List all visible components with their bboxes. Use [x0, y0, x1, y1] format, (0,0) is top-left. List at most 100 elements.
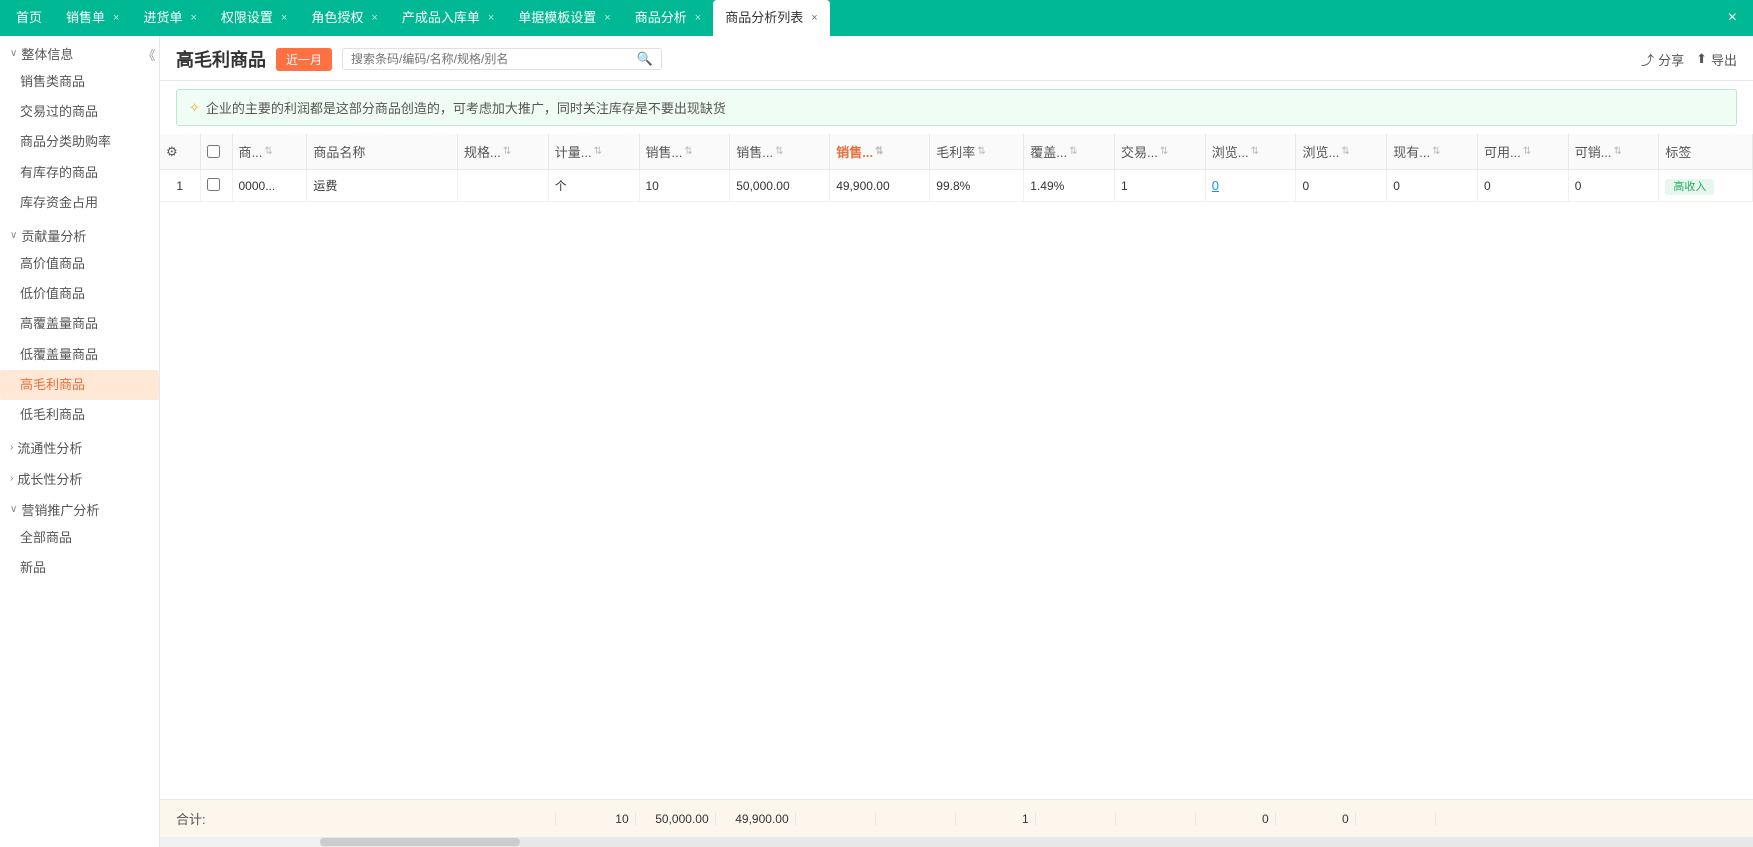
- sidebar-item-low-coverage[interactable]: 低覆盖量商品: [0, 340, 159, 370]
- row-checkbox[interactable]: [200, 170, 232, 202]
- col-saleable-stock[interactable]: 可销...⇅: [1568, 134, 1659, 170]
- main-layout: 《 ∨ 整体信息 销售类商品 交易过的商品 商品分类助购率 有库存的商品 库存资…: [0, 36, 1753, 847]
- share-button[interactable]: ⤴ 分享: [1641, 50, 1684, 69]
- col-settings[interactable]: ⚙: [160, 134, 200, 170]
- search-icon[interactable]: 🔍: [637, 51, 653, 67]
- nav-product-analysis[interactable]: 商品分析 ×: [623, 0, 713, 36]
- info-icon: ✧: [189, 100, 200, 116]
- nav-close-product-inbound[interactable]: ×: [488, 0, 494, 36]
- footer-sale-qty: 10: [556, 812, 636, 826]
- footer-spacer: [216, 812, 556, 826]
- sidebar-group-contribution-arrow: ∨: [10, 230, 17, 241]
- row-unit: 个: [548, 170, 639, 202]
- col-current-stock[interactable]: 现有...⇅: [1387, 134, 1478, 170]
- search-input[interactable]: [351, 52, 631, 66]
- col-checkbox: [200, 134, 232, 170]
- sidebar-item-category-rate[interactable]: 商品分类助购率: [0, 127, 159, 157]
- sidebar-item-sales-goods[interactable]: 销售类商品: [0, 67, 159, 97]
- nav-purchase[interactable]: 进货单 ×: [131, 0, 208, 36]
- nav-template-settings[interactable]: 单据模板设置 ×: [506, 0, 622, 36]
- sidebar-group-growth[interactable]: › 成长性分析: [0, 461, 159, 492]
- info-text: 企业的主要的利润都是这部分商品创造的，可考虑加大推广，同时关注库存是不要出现缺货: [206, 98, 726, 117]
- col-sale-amount[interactable]: 销售...⇅: [730, 134, 830, 170]
- col-view2[interactable]: 浏览...⇅: [1296, 134, 1387, 170]
- top-nav: 首页 销售单 × 进货单 × 权限设置 × 角色授权 × 产成品入库单 × 单据…: [0, 0, 1753, 36]
- col-spec[interactable]: 规格...⇅: [458, 134, 549, 170]
- row-gross-rate: 99.8%: [930, 170, 1024, 202]
- col-tag: 标签: [1659, 134, 1753, 170]
- sidebar-item-stock-capital[interactable]: 库存资金占用: [0, 188, 159, 218]
- sidebar-item-high-coverage[interactable]: 高覆盖量商品: [0, 309, 159, 339]
- page-title: 高毛利商品: [176, 46, 266, 72]
- sidebar-group-liquidity[interactable]: › 流通性分析: [0, 430, 159, 461]
- sidebar-group-overall[interactable]: ∨ 整体信息: [0, 36, 159, 67]
- time-filter-button[interactable]: 近一月: [276, 48, 332, 71]
- footer-sale-cost: 49,900.00: [716, 812, 796, 826]
- nav-home[interactable]: 首页: [4, 0, 54, 36]
- nav-close-purchase[interactable]: ×: [190, 0, 196, 36]
- col-coverage[interactable]: 覆盖...⇅: [1024, 134, 1115, 170]
- sidebar-item-all-goods[interactable]: 全部商品: [0, 523, 159, 553]
- footer-saleable-spacer: [1356, 812, 1436, 826]
- select-all-checkbox[interactable]: [207, 145, 220, 158]
- horizontal-scrollbar[interactable]: [320, 838, 520, 846]
- row-saleable-stock: 0: [1568, 170, 1659, 202]
- footer-sale-amount: 50,000.00: [636, 812, 716, 826]
- sidebar-item-traded-goods[interactable]: 交易过的商品: [0, 97, 159, 127]
- nav-product-inbound[interactable]: 产成品入库单 ×: [390, 0, 506, 36]
- row-sale-amount: 50,000.00: [730, 170, 830, 202]
- nav-roles[interactable]: 角色授权 ×: [299, 0, 389, 36]
- footer-available-stock: 0: [1276, 812, 1356, 826]
- sidebar-group-overall-arrow: ∨: [10, 48, 17, 59]
- sidebar-item-new-goods[interactable]: 新品: [0, 553, 159, 583]
- sidebar-item-high-value[interactable]: 高价值商品: [0, 249, 159, 279]
- sidebar-group-growth-arrow: ›: [10, 473, 13, 484]
- nav-sales[interactable]: 销售单 ×: [54, 0, 131, 36]
- sidebar-group-contribution[interactable]: ∨ 贡献量分析: [0, 218, 159, 249]
- nav-close-permissions[interactable]: ×: [281, 0, 287, 36]
- col-gross-rate[interactable]: 毛利率⇅: [930, 134, 1024, 170]
- row-available-stock: 0: [1477, 170, 1568, 202]
- row-spec: [458, 170, 549, 202]
- share-icon: ⤴: [1641, 50, 1654, 69]
- sidebar-group-marketing[interactable]: ∨ 营销推广分析: [0, 492, 159, 523]
- footer-gross-spacer: [796, 812, 876, 826]
- tag-badge: 高收入: [1665, 179, 1714, 195]
- row-name: 运费: [307, 170, 458, 202]
- row-coverage: 1.49%: [1024, 170, 1115, 202]
- sidebar-item-low-margin[interactable]: 低毛利商品: [0, 400, 159, 430]
- row-sale-cost: 49,900.00: [830, 170, 930, 202]
- row-sku-code: 0000...: [232, 170, 307, 202]
- footer-total: 合计: 10 50,000.00 49,900.00 1 0 0: [160, 799, 1753, 837]
- col-unit[interactable]: 计量...⇅: [548, 134, 639, 170]
- nav-close-template[interactable]: ×: [604, 0, 610, 36]
- col-sale-cost[interactable]: 销售...⇅: [830, 134, 930, 170]
- col-available-stock[interactable]: 可用...⇅: [1477, 134, 1568, 170]
- export-button[interactable]: ⬆ 导出: [1696, 50, 1737, 69]
- footer-view1-spacer: [1036, 812, 1116, 826]
- sidebar-item-high-margin[interactable]: 高毛利商品: [0, 370, 159, 400]
- nav-close-sales[interactable]: ×: [113, 0, 119, 36]
- footer-label: 合计:: [176, 809, 206, 828]
- col-sale-qty[interactable]: 销售...⇅: [639, 134, 730, 170]
- nav-close-roles[interactable]: ×: [371, 0, 377, 36]
- footer-view2-spacer: [1116, 812, 1196, 826]
- nav-permissions[interactable]: 权限设置 ×: [209, 0, 299, 36]
- row-view1[interactable]: 0: [1205, 170, 1296, 202]
- window-close-button[interactable]: ×: [1716, 9, 1749, 27]
- col-trade[interactable]: 交易...⇅: [1115, 134, 1206, 170]
- search-box: 🔍: [342, 48, 662, 70]
- sidebar-item-low-value[interactable]: 低价值商品: [0, 279, 159, 309]
- sidebar-item-in-stock-goods[interactable]: 有库存的商品: [0, 158, 159, 188]
- footer-coverage-spacer: [876, 812, 956, 826]
- sidebar-group-liquidity-arrow: ›: [10, 442, 13, 453]
- nav-product-analysis-list[interactable]: 商品分析列表 ×: [713, 0, 829, 36]
- row-current-stock: 0: [1387, 170, 1478, 202]
- col-view1[interactable]: 浏览...⇅: [1205, 134, 1296, 170]
- col-sku-code[interactable]: 商...⇅: [232, 134, 307, 170]
- sidebar-collapse-button[interactable]: 《: [139, 44, 159, 64]
- row-select-checkbox[interactable]: [207, 178, 220, 191]
- col-name: 商品名称: [307, 134, 458, 170]
- nav-close-product-analysis-list[interactable]: ×: [811, 0, 817, 36]
- nav-close-product-analysis[interactable]: ×: [695, 0, 701, 36]
